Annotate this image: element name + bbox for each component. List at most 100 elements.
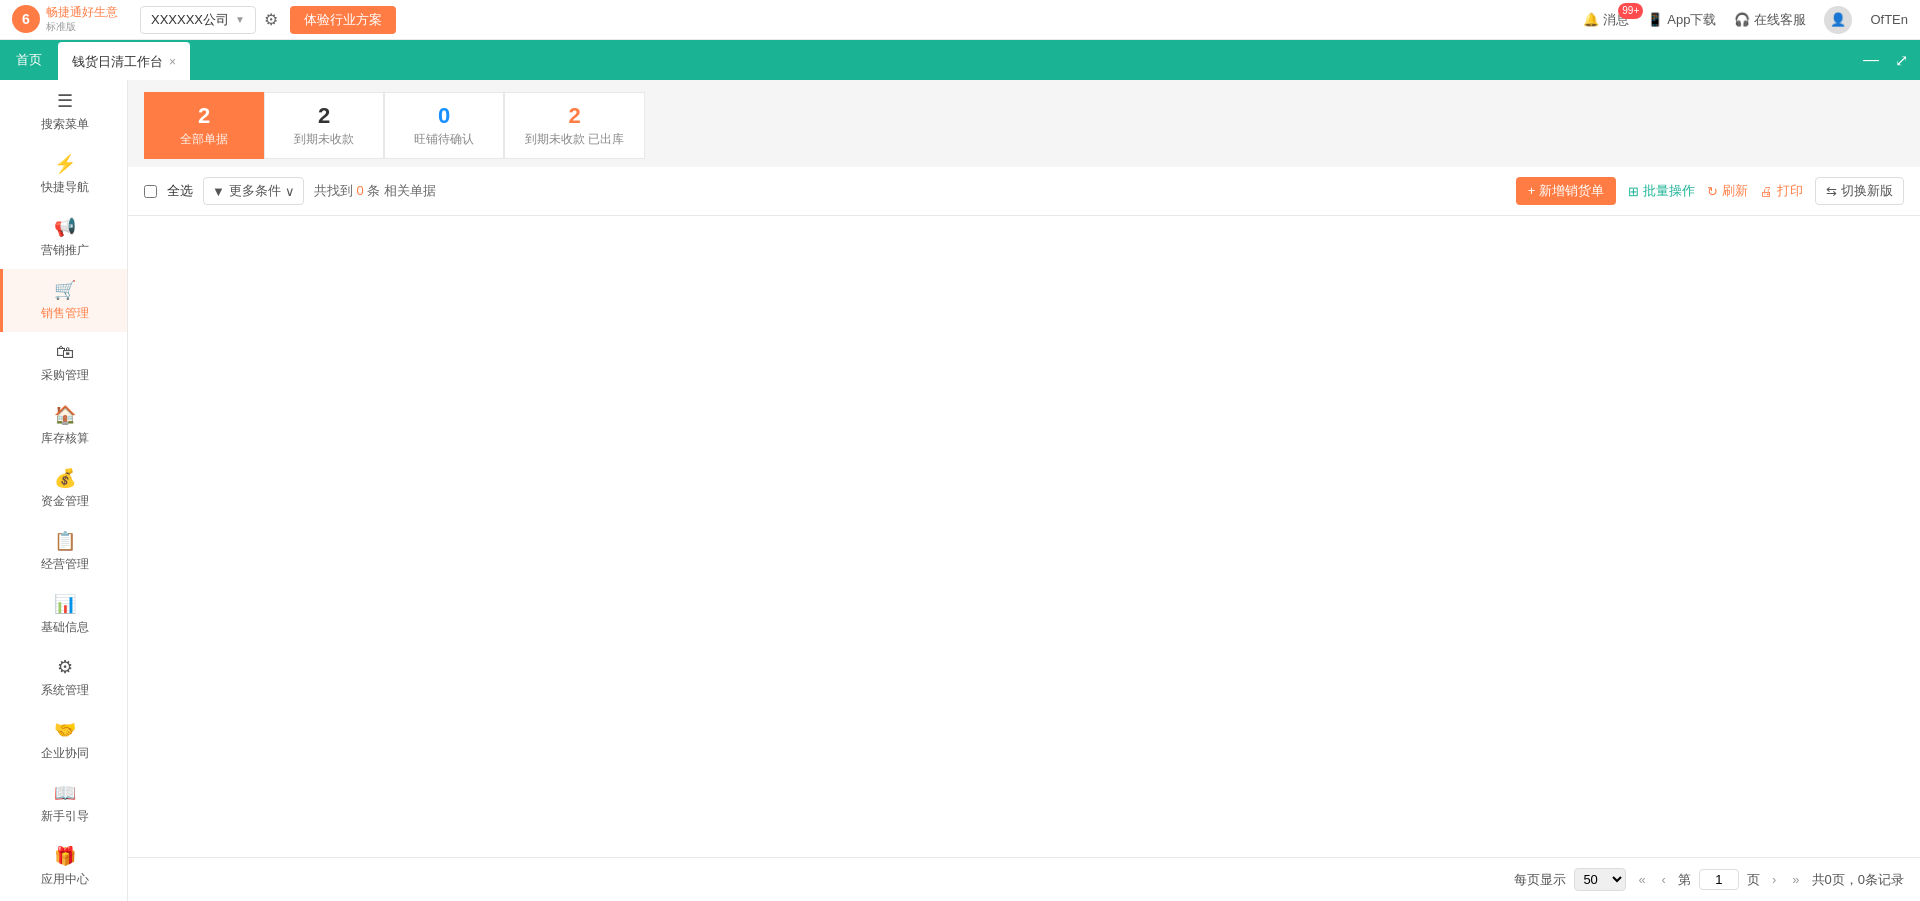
tab-home[interactable]: 首页: [0, 40, 58, 80]
sidebar-item-quicknav[interactable]: ⚡ 快捷导航: [0, 143, 127, 206]
app-download-button[interactable]: 📱 App下载: [1647, 11, 1716, 29]
last-page-button[interactable]: »: [1788, 870, 1803, 889]
tab-label: 钱货日清工作台: [72, 53, 163, 71]
toolbar-left: 全选 ▼ 更多条件 ∨ 共找到 0 条 相关单据: [144, 177, 1504, 205]
select-all-label: 全选: [167, 182, 193, 200]
chevron-down-icon: ▼: [235, 14, 245, 25]
logo-area: 6 畅捷通好生意 标准版: [12, 5, 140, 33]
sidebar-item-label: 搜索菜单: [41, 116, 89, 133]
maximize-icon[interactable]: ⤢: [1891, 47, 1912, 74]
page-number-input[interactable]: [1699, 869, 1739, 890]
batch-operation-button[interactable]: ⊞ 批量操作: [1628, 182, 1695, 200]
add-sales-order-button[interactable]: + 新增销货单: [1516, 177, 1616, 205]
per-page-label: 每页显示: [1514, 871, 1566, 889]
stat-label-overdue: 到期未收款: [285, 131, 363, 148]
gear-icon[interactable]: ⚙: [264, 10, 278, 29]
online-service-button[interactable]: 🎧 在线客服: [1734, 11, 1806, 29]
logo-icon: 6: [12, 5, 40, 33]
prev-page-button[interactable]: ‹: [1658, 870, 1670, 889]
sidebar-item-label: 应用中心: [41, 871, 89, 888]
megaphone-icon: 📢: [54, 216, 76, 238]
found-suffix: 相关单据: [384, 183, 436, 198]
filter-button[interactable]: ▼ 更多条件 ∨: [203, 177, 304, 205]
avatar[interactable]: 👤: [1824, 6, 1852, 34]
sidebar-item-label: 基础信息: [41, 619, 89, 636]
message-badge: 99+: [1618, 3, 1643, 19]
stat-num-overdue-shipped: 2: [525, 103, 624, 129]
topbar: 6 畅捷通好生意 标准版 XXXXXX公司 ▼ ⚙ 体验行业方案 🔔 消息 99…: [0, 0, 1920, 40]
refresh-label: 刷新: [1722, 182, 1748, 200]
table-area: [128, 216, 1920, 857]
stat-num-wangpu: 0: [405, 103, 483, 129]
tab-close-icon[interactable]: ×: [169, 55, 176, 69]
headset-icon: 🎧: [1734, 12, 1750, 27]
print-button[interactable]: 🖨 打印: [1760, 182, 1803, 200]
stat-label-wangpu: 旺铺待确认: [405, 131, 483, 148]
avatar-icon: 👤: [1830, 12, 1846, 27]
sidebar-item-label: 营销推广: [41, 242, 89, 259]
company-selector[interactable]: XXXXXX公司 ▼: [140, 6, 256, 34]
minimize-icon[interactable]: —: [1859, 47, 1883, 73]
grid-icon: 📊: [54, 593, 76, 615]
stat-label-overdue-shipped: 到期未收款 已出库: [525, 131, 624, 148]
sidebar-item-finance[interactable]: 💰 资金管理: [0, 457, 127, 520]
money-icon: 💰: [54, 467, 76, 489]
bell-icon: 🔔: [1583, 12, 1599, 27]
first-page-button[interactable]: «: [1634, 870, 1649, 889]
app-download-label: App下载: [1667, 11, 1716, 29]
sidebar: ☰ 搜索菜单 ⚡ 快捷导航 📢 营销推广 🛒 销售管理 🛍 采购管理 🏠 库存核…: [0, 80, 128, 901]
sidebar-item-label: 库存核算: [41, 430, 89, 447]
found-text: 共找到 0 条 相关单据: [314, 182, 436, 200]
clipboard-icon: 📋: [54, 530, 76, 552]
topbar-right: 🔔 消息 99+ 📱 App下载 🎧 在线客服 👤 OfTEn: [1583, 6, 1908, 34]
online-service-label: 在线客服: [1754, 11, 1806, 29]
sidebar-item-label: 企业协同: [41, 745, 89, 762]
sidebar-item-sales[interactable]: 🛒 销售管理: [0, 269, 127, 332]
sidebar-item-system[interactable]: ⚙ 系统管理: [0, 646, 127, 709]
sidebar-item-base-info[interactable]: 📊 基础信息: [0, 583, 127, 646]
switch-new-version-button[interactable]: ⇆ 切换新版: [1815, 177, 1904, 205]
next-page-button[interactable]: ›: [1768, 870, 1780, 889]
trial-button[interactable]: 体验行业方案: [290, 6, 396, 34]
print-label: 打印: [1777, 182, 1803, 200]
print-icon: 🖨: [1760, 184, 1773, 199]
refresh-button[interactable]: ↻ 刷新: [1707, 182, 1748, 200]
logo-sub: 标准版: [46, 20, 118, 34]
stat-num-all: 2: [165, 103, 243, 129]
sidebar-item-corp-collab[interactable]: 🤝 企业协同: [0, 709, 127, 772]
tab-active[interactable]: 钱货日清工作台 ×: [58, 42, 190, 82]
batch-icon: ⊞: [1628, 184, 1639, 199]
switch-label: 切换新版: [1841, 182, 1893, 200]
toolbar: 全选 ▼ 更多条件 ∨ 共找到 0 条 相关单据 + 新增销货单 ⊞ 批量操作: [128, 167, 1920, 216]
stat-card-overdue-shipped[interactable]: 2 到期未收款 已出库: [504, 92, 645, 159]
stat-card-all[interactable]: 2 全部单据: [144, 92, 264, 159]
sidebar-item-purchase[interactable]: 🛍 采购管理: [0, 332, 127, 394]
per-page-select[interactable]: 50 20 100: [1574, 868, 1626, 891]
sidebar-item-label: 系统管理: [41, 682, 89, 699]
sidebar-item-marketing[interactable]: 📢 营销推广: [0, 206, 127, 269]
tabbar-right: — ⤢: [1859, 47, 1920, 74]
sidebar-item-label: 经营管理: [41, 556, 89, 573]
search-icon: ☰: [57, 90, 73, 112]
batch-label: 批量操作: [1643, 182, 1695, 200]
switch-icon: ⇆: [1826, 184, 1837, 199]
gift-icon: 🎁: [54, 845, 76, 867]
chevron-icon: ∨: [285, 184, 295, 199]
sidebar-item-app-center[interactable]: 🎁 应用中心: [0, 835, 127, 898]
total-records: 共0页，0条记录: [1812, 871, 1904, 889]
sidebar-item-operations[interactable]: 📋 经营管理: [0, 520, 127, 583]
sidebar-item-label: 新手引导: [41, 808, 89, 825]
content-area: 2 全部单据 2 到期未收款 0 旺铺待确认 2 到期未收款 已出库 全选: [128, 80, 1920, 901]
sidebar-item-inventory[interactable]: 🏠 库存核算: [0, 394, 127, 457]
filter-icon: ▼: [212, 184, 225, 199]
sidebar-item-search[interactable]: ☰ 搜索菜单: [0, 80, 127, 143]
stat-card-overdue[interactable]: 2 到期未收款: [264, 92, 384, 159]
sidebar-item-guide[interactable]: 📖 新手引导: [0, 772, 127, 835]
stats-row: 2 全部单据 2 到期未收款 0 旺铺待确认 2 到期未收款 已出库: [128, 80, 1920, 159]
message-button[interactable]: 🔔 消息 99+: [1583, 11, 1629, 29]
stat-card-wangpu[interactable]: 0 旺铺待确认: [384, 92, 504, 159]
select-all-checkbox[interactable]: [144, 185, 157, 198]
cog-icon: ⚙: [57, 656, 73, 678]
cart-icon: 🛒: [54, 279, 76, 301]
stat-num-overdue: 2: [285, 103, 363, 129]
